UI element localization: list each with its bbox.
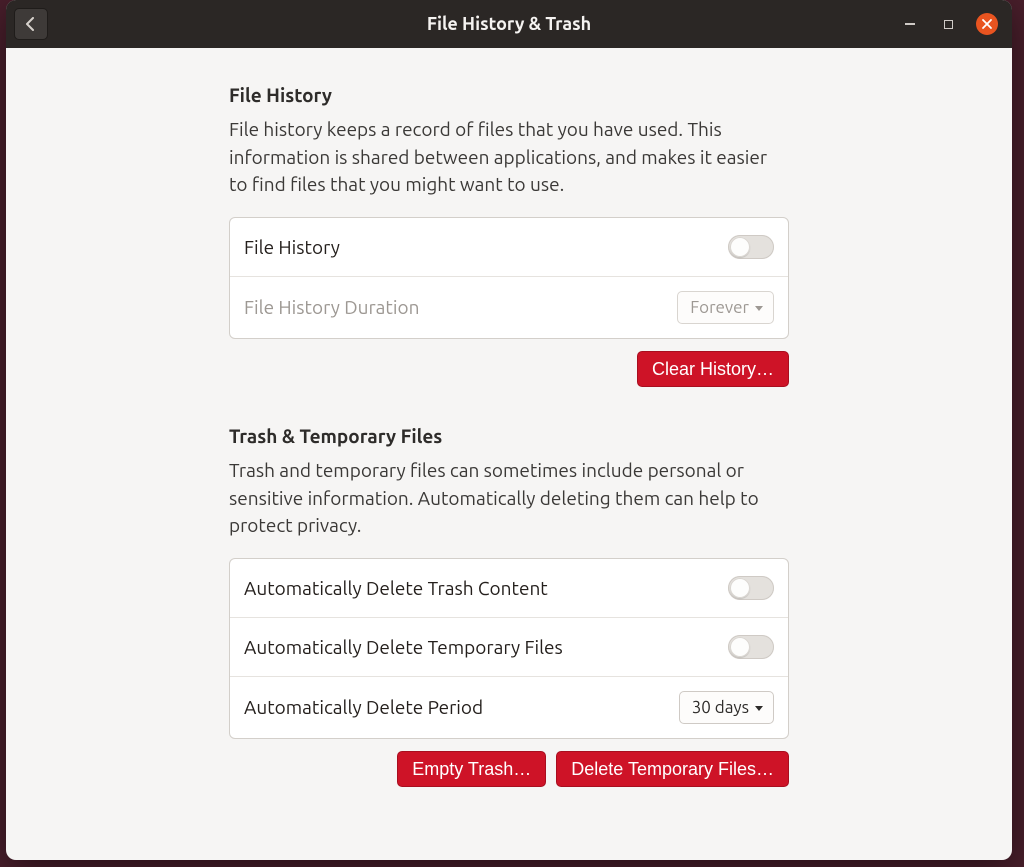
auto-delete-period-row: Automatically Delete Period 30 days (230, 677, 788, 738)
file-history-heading: File History (229, 84, 789, 106)
file-history-list: File History File History Duration Forev… (229, 217, 789, 339)
file-history-duration-value: Forever (690, 298, 749, 317)
file-history-description: File history keeps a record of files tha… (229, 116, 789, 199)
auto-delete-trash-row: Automatically Delete Trash Content (230, 559, 788, 618)
empty-trash-button[interactable]: Empty Trash… (397, 751, 546, 788)
maximize-button[interactable] (938, 14, 958, 34)
file-history-toggle-row: File History (230, 218, 788, 277)
auto-delete-period-dropdown[interactable]: 30 days (679, 691, 774, 724)
auto-delete-trash-switch[interactable] (728, 576, 774, 600)
switch-knob (730, 237, 750, 257)
maximize-icon (944, 20, 953, 29)
file-history-toggle-label: File History (244, 236, 340, 258)
switch-knob (730, 578, 750, 598)
file-history-duration-row: File History Duration Forever (230, 277, 788, 338)
minimize-icon (905, 23, 915, 25)
auto-delete-temp-label: Automatically Delete Temporary Files (244, 636, 563, 658)
caret-down-icon (755, 306, 763, 311)
auto-delete-temp-switch[interactable] (728, 635, 774, 659)
window-title: File History & Trash (6, 14, 1012, 34)
auto-delete-period-value: 30 days (692, 698, 749, 717)
file-history-switch[interactable] (728, 235, 774, 259)
trash-description: Trash and temporary files can sometimes … (229, 457, 789, 540)
close-button[interactable] (976, 13, 998, 35)
switch-knob (730, 637, 750, 657)
caret-down-icon (755, 706, 763, 711)
auto-delete-temp-row: Automatically Delete Temporary Files (230, 618, 788, 677)
minimize-button[interactable] (900, 14, 920, 34)
trash-heading: Trash & Temporary Files (229, 425, 789, 447)
headerbar: File History & Trash (6, 0, 1012, 48)
settings-window: File History & Trash File History File h… (6, 0, 1012, 860)
file-history-duration-dropdown[interactable]: Forever (677, 291, 774, 324)
back-button[interactable] (14, 8, 48, 40)
file-history-duration-label: File History Duration (244, 296, 419, 318)
window-controls (900, 13, 1004, 35)
auto-delete-trash-label: Automatically Delete Trash Content (244, 577, 548, 599)
content-area: File History File history keeps a record… (6, 48, 1012, 860)
chevron-left-icon (25, 17, 37, 31)
delete-temp-files-button[interactable]: Delete Temporary Files… (556, 751, 789, 788)
clear-history-button[interactable]: Clear History… (637, 351, 789, 388)
close-icon (981, 18, 993, 30)
auto-delete-period-label: Automatically Delete Period (244, 696, 483, 718)
trash-list: Automatically Delete Trash Content Autom… (229, 558, 789, 739)
